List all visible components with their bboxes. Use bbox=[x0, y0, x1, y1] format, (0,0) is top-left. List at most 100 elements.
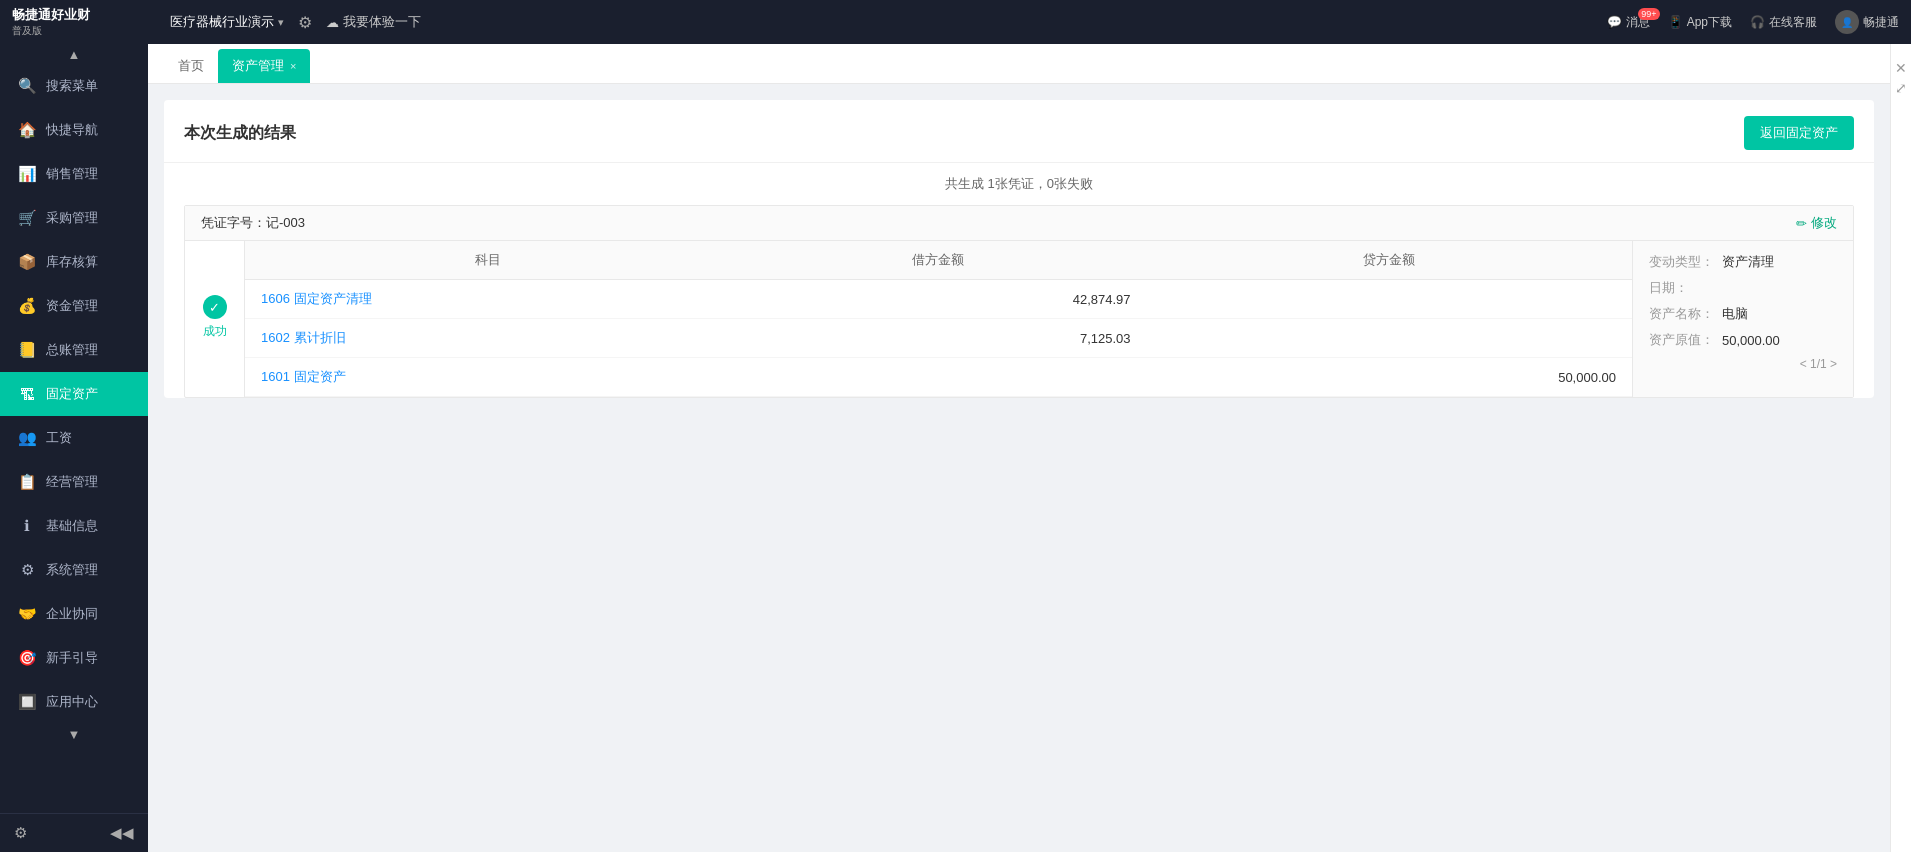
inventory-icon: 📦 bbox=[18, 253, 36, 271]
edit-label: 修改 bbox=[1811, 214, 1837, 232]
change-type-value: 资产清理 bbox=[1722, 253, 1774, 271]
table-row: 1606 固定资产清理 42,874.97 bbox=[245, 280, 1632, 319]
cell-subject: 1606 固定资产清理 bbox=[245, 280, 730, 319]
pagination[interactable]: < 1/1 > bbox=[1649, 357, 1837, 371]
page-content: 本次生成的结果 返回固定资产 共生成 1张凭证，0张失败 凭证字号：记-003 … bbox=[148, 84, 1890, 852]
customer-service-btn[interactable]: 🎧 在线客服 bbox=[1750, 14, 1817, 31]
top-header: 畅捷通好业财 普及版 医疗器械行业演示 ▾ ⚙ ☁ 我要体验一下 💬 消息 99… bbox=[0, 0, 1911, 44]
edit-button[interactable]: ✏ 修改 bbox=[1796, 214, 1837, 232]
sidebar-label-purchase: 采购管理 bbox=[46, 209, 98, 227]
sidebar-item-quicknav[interactable]: 🏠 快捷导航 bbox=[0, 108, 148, 152]
main-table: ✓ 成功 科目 借方金额 bbox=[185, 241, 1633, 397]
header-middle: 医疗器械行业演示 ▾ ⚙ ☁ 我要体验一下 bbox=[170, 11, 1607, 34]
asset-name-label: 资产名称： bbox=[1649, 305, 1714, 323]
sidebar-item-inventory[interactable]: 📦 库存核算 bbox=[0, 240, 148, 284]
sidebar-label-payroll: 工资 bbox=[46, 429, 72, 447]
sidebar-item-ledger[interactable]: 📒 总账管理 bbox=[0, 328, 148, 372]
logo-area: 畅捷通好业财 普及版 bbox=[12, 6, 160, 38]
col-debit: 借方金额 bbox=[730, 241, 1146, 280]
sidebar-scroll-up[interactable]: ▲ bbox=[0, 44, 148, 64]
sidebar-item-funds[interactable]: 💰 资金管理 bbox=[0, 284, 148, 328]
table-row: 1601 固定资产 50,000.00 bbox=[245, 358, 1632, 397]
collapse-icon[interactable]: ◀◀ bbox=[110, 824, 134, 842]
basic-icon: ℹ bbox=[18, 517, 36, 535]
main-layout: ▲ 🔍 搜索菜单 🏠 快捷导航 📊 销售管理 🛒 采购管理 📦 库存核算 💰 资… bbox=[0, 44, 1911, 852]
date-label: 日期： bbox=[1649, 279, 1688, 297]
purchase-icon: 🛒 bbox=[18, 209, 36, 227]
entries-table: 科目 借方金额 贷方金额 1606 固定资产清理 42,874.97 1 bbox=[245, 241, 1632, 397]
tab-close-icon[interactable]: × bbox=[290, 60, 296, 72]
settings-icon[interactable]: ⚙ bbox=[292, 11, 318, 34]
header-right: 💬 消息 99+ 📱 App下载 🎧 在线客服 👤 畅捷通 bbox=[1607, 10, 1899, 34]
tab-bar: 首页 资产管理 × bbox=[148, 44, 1890, 84]
sidebar-item-basic[interactable]: ℹ 基础信息 bbox=[0, 504, 148, 548]
sidebar-item-search[interactable]: 🔍 搜索菜单 bbox=[0, 64, 148, 108]
company-selector[interactable]: 医疗器械行业演示 ▾ bbox=[170, 13, 284, 31]
avatar: 👤 bbox=[1835, 10, 1859, 34]
close-panel-icon[interactable]: ✕ bbox=[1895, 60, 1907, 76]
funds-icon: 💰 bbox=[18, 297, 36, 315]
sidebar-item-sales[interactable]: 📊 销售管理 bbox=[0, 152, 148, 196]
voucher-header-row: 凭证字号：记-003 ✏ 修改 bbox=[185, 206, 1853, 241]
sidebar-label-guide: 新手引导 bbox=[46, 649, 98, 667]
sidebar-item-purchase[interactable]: 🛒 采购管理 bbox=[0, 196, 148, 240]
status-column: ✓ 成功 bbox=[185, 241, 245, 397]
asset-value-value: 50,000.00 bbox=[1722, 333, 1780, 348]
sidebar-label-operations: 经营管理 bbox=[46, 473, 98, 491]
customer-service-label: 在线客服 bbox=[1769, 14, 1817, 31]
cell-subject: 1602 累计折旧 bbox=[245, 319, 730, 358]
sidebar-label-quicknav: 快捷导航 bbox=[46, 121, 98, 139]
sidebar-item-payroll[interactable]: 👥 工资 bbox=[0, 416, 148, 460]
app-download-btn[interactable]: 📱 App下载 bbox=[1668, 14, 1732, 31]
tab-asset-management[interactable]: 资产管理 × bbox=[218, 49, 310, 83]
sidebar-label-inventory: 库存核算 bbox=[46, 253, 98, 271]
sidebar-item-cooperation[interactable]: 🤝 企业协同 bbox=[0, 592, 148, 636]
sidebar-label-basic: 基础信息 bbox=[46, 517, 98, 535]
success-circle: ✓ bbox=[203, 295, 227, 319]
cell-debit: 7,125.03 bbox=[730, 319, 1146, 358]
guide-icon: 🎯 bbox=[18, 649, 36, 667]
trial-button[interactable]: ☁ 我要体验一下 bbox=[326, 13, 421, 31]
appcenter-icon: 🔲 bbox=[18, 693, 36, 711]
success-label: 成功 bbox=[203, 323, 227, 340]
result-card: 本次生成的结果 返回固定资产 共生成 1张凭证，0张失败 凭证字号：记-003 … bbox=[164, 100, 1874, 398]
sidebar-label-ledger: 总账管理 bbox=[46, 341, 98, 359]
return-button[interactable]: 返回固定资产 bbox=[1744, 116, 1854, 150]
sidebar-label-funds: 资金管理 bbox=[46, 297, 98, 315]
settings-bottom-icon[interactable]: ⚙ bbox=[14, 824, 27, 842]
cooperation-icon: 🤝 bbox=[18, 605, 36, 623]
sidebar-label-fixedassets: 固定资产 bbox=[46, 385, 98, 403]
edit-icon: ✏ bbox=[1796, 216, 1807, 231]
voucher-section: 凭证字号：记-003 ✏ 修改 bbox=[184, 205, 1854, 398]
trial-label: 我要体验一下 bbox=[343, 13, 421, 31]
app-download-label: App下载 bbox=[1687, 14, 1732, 31]
user-menu[interactable]: 👤 畅捷通 bbox=[1835, 10, 1899, 34]
expand-panel-icon[interactable]: ⤢ bbox=[1895, 80, 1907, 96]
voucher-table: ✓ 成功 科目 借方金额 bbox=[185, 241, 1853, 397]
data-column: 科目 借方金额 贷方金额 1606 固定资产清理 42,874.97 1 bbox=[245, 241, 1632, 397]
panel-controls: ✕ ⤢ bbox=[1890, 44, 1911, 852]
sidebar-scroll-down[interactable]: ▼ bbox=[0, 724, 148, 744]
sidebar-item-operations[interactable]: 📋 经营管理 bbox=[0, 460, 148, 504]
payroll-icon: 👥 bbox=[18, 429, 36, 447]
page-title: 本次生成的结果 bbox=[184, 123, 296, 144]
sidebar-item-system[interactable]: ⚙ 系统管理 bbox=[0, 548, 148, 592]
search-icon: 🔍 bbox=[18, 77, 36, 95]
tab-home[interactable]: 首页 bbox=[164, 49, 218, 83]
col-credit: 贷方金额 bbox=[1147, 241, 1632, 280]
sales-icon: 📊 bbox=[18, 165, 36, 183]
logo-text: 畅捷通好业财 bbox=[12, 6, 90, 24]
sidebar-item-fixedassets[interactable]: 🏗 固定资产 bbox=[0, 372, 148, 416]
chevron-down-icon: ▾ bbox=[278, 16, 284, 29]
sidebar-label-sales: 销售管理 bbox=[46, 165, 98, 183]
sidebar-label-cooperation: 企业协同 bbox=[46, 605, 98, 623]
sidebar-item-guide[interactable]: 🎯 新手引导 bbox=[0, 636, 148, 680]
cell-subject: 1601 固定资产 bbox=[245, 358, 730, 397]
content-area: 首页 资产管理 × 本次生成的结果 返回固定资产 共生成 1张凭证，0张失败 凭… bbox=[148, 44, 1890, 852]
messages-btn[interactable]: 💬 消息 99+ bbox=[1607, 14, 1650, 31]
col-subject: 科目 bbox=[245, 241, 730, 280]
sidebar-item-appcenter[interactable]: 🔲 应用中心 bbox=[0, 680, 148, 724]
asset-name-row: 资产名称： 电脑 bbox=[1649, 305, 1837, 323]
asset-name-value: 电脑 bbox=[1722, 305, 1748, 323]
messages-badge: 99+ bbox=[1638, 8, 1659, 20]
